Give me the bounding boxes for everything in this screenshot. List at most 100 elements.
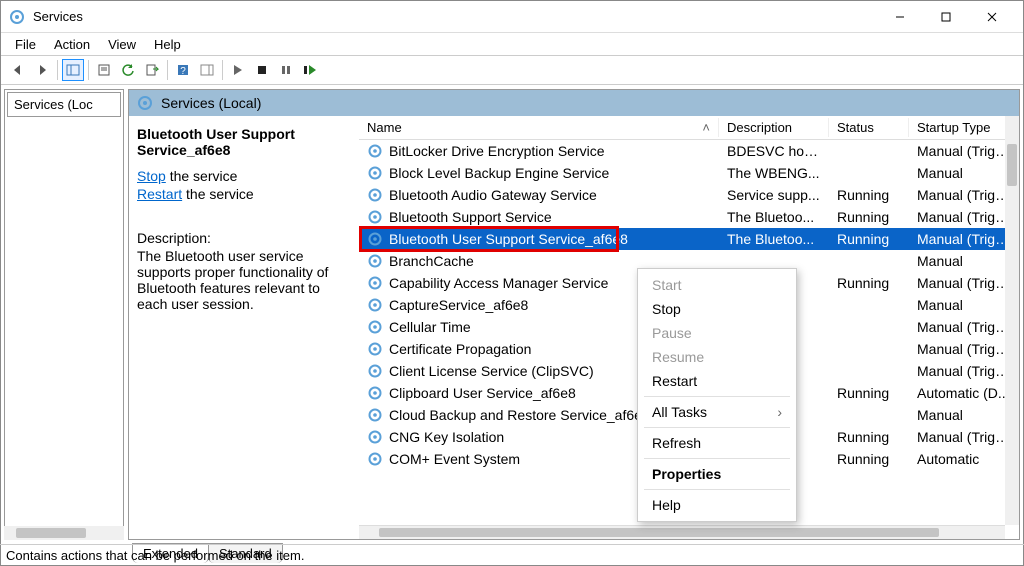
cell-startup: Manual (Trigg... bbox=[909, 231, 1019, 247]
services-app-icon bbox=[9, 9, 25, 25]
show-hide-tree-button[interactable] bbox=[62, 59, 84, 81]
export-button[interactable] bbox=[141, 59, 163, 81]
cell-name: Bluetooth Support Service bbox=[359, 209, 719, 225]
context-menu-pause: Pause bbox=[638, 321, 796, 345]
menu-action[interactable]: Action bbox=[46, 35, 98, 54]
stop-service-link[interactable]: Stop bbox=[137, 168, 166, 184]
cell-status: Running bbox=[829, 451, 909, 467]
vertical-scrollbar[interactable] bbox=[1005, 116, 1019, 525]
window-controls bbox=[877, 2, 1015, 32]
description-pane: Bluetooth User Support Service_af6e8 Sto… bbox=[129, 116, 359, 539]
context-menu-stop[interactable]: Stop bbox=[638, 297, 796, 321]
minimize-button[interactable] bbox=[877, 2, 923, 32]
column-name[interactable]: Name˄ bbox=[359, 118, 719, 137]
tree-h-thumb[interactable] bbox=[16, 528, 86, 538]
cell-name: Bluetooth User Support Service_af6e8 bbox=[359, 231, 719, 247]
help-button[interactable]: ? bbox=[172, 59, 194, 81]
cell-status: Running bbox=[829, 275, 909, 291]
tree-horizontal-scrollbar[interactable] bbox=[4, 526, 124, 540]
cell-startup: Manual bbox=[909, 165, 1019, 181]
forward-button[interactable] bbox=[31, 59, 53, 81]
context-menu-help[interactable]: Help bbox=[638, 493, 796, 517]
cell-name: BitLocker Drive Encryption Service bbox=[359, 143, 719, 159]
column-status[interactable]: Status bbox=[829, 118, 909, 137]
cell-startup: Automatic (D... bbox=[909, 385, 1019, 401]
cell-description: BDESVC hos... bbox=[719, 143, 829, 159]
menu-file[interactable]: File bbox=[7, 35, 44, 54]
cell-name: Block Level Backup Engine Service bbox=[359, 165, 719, 181]
console-tree[interactable]: Services (Loc bbox=[4, 89, 124, 540]
context-menu-refresh[interactable]: Refresh bbox=[638, 431, 796, 455]
context-menu-restart[interactable]: Restart bbox=[638, 369, 796, 393]
selected-service-name: Bluetooth User Support Service_af6e8 bbox=[137, 126, 349, 158]
body-area: Services (Loc Services (Local) Bluetooth… bbox=[0, 85, 1024, 544]
start-service-button[interactable] bbox=[227, 59, 249, 81]
cell-startup: Manual (Trigg... bbox=[909, 363, 1019, 379]
stop-suffix: the service bbox=[166, 168, 238, 184]
context-menu-properties[interactable]: Properties bbox=[638, 462, 796, 486]
cell-status: Running bbox=[829, 231, 909, 247]
cell-startup: Manual bbox=[909, 407, 1019, 423]
cell-name: BranchCache bbox=[359, 253, 719, 269]
restart-suffix: the service bbox=[182, 186, 254, 202]
action-pane-button[interactable] bbox=[196, 59, 218, 81]
tree-node-services-local[interactable]: Services (Loc bbox=[7, 92, 121, 117]
cell-startup: Automatic bbox=[909, 451, 1019, 467]
menu-view[interactable]: View bbox=[100, 35, 144, 54]
details-header: Services (Local) bbox=[129, 90, 1019, 116]
cell-status: Running bbox=[829, 429, 909, 445]
cell-startup: Manual bbox=[909, 253, 1019, 269]
cell-description: The WBENG... bbox=[719, 165, 829, 181]
cell-name: Bluetooth Audio Gateway Service bbox=[359, 187, 719, 203]
service-row[interactable]: BitLocker Drive Encryption ServiceBDESVC… bbox=[359, 140, 1019, 162]
gear-icon bbox=[137, 95, 153, 111]
close-button[interactable] bbox=[969, 2, 1015, 32]
column-startup[interactable]: Startup Type bbox=[909, 118, 1019, 137]
cell-startup: Manual bbox=[909, 297, 1019, 313]
service-row[interactable]: Bluetooth User Support Service_af6e8The … bbox=[359, 228, 1019, 250]
column-description[interactable]: Description bbox=[719, 118, 829, 137]
menu-help[interactable]: Help bbox=[146, 35, 189, 54]
cell-startup: Manual (Trigg... bbox=[909, 275, 1019, 291]
pause-service-button[interactable] bbox=[275, 59, 297, 81]
menubar: File Action View Help bbox=[1, 33, 1023, 55]
stop-service-button[interactable] bbox=[251, 59, 273, 81]
cell-description: The Bluetoo... bbox=[719, 209, 829, 225]
cell-status: Running bbox=[829, 385, 909, 401]
context-menu-start: Start bbox=[638, 273, 796, 297]
cell-startup: Manual (Trigg... bbox=[909, 187, 1019, 203]
service-row[interactable]: Bluetooth Audio Gateway ServiceService s… bbox=[359, 184, 1019, 206]
service-row[interactable]: Bluetooth Support ServiceThe Bluetoo...R… bbox=[359, 206, 1019, 228]
cell-startup: Manual (Trigg... bbox=[909, 143, 1019, 159]
description-title: Description: bbox=[137, 230, 349, 246]
svg-text:?: ? bbox=[180, 66, 186, 77]
list-header[interactable]: Name˄ Description Status Startup Type bbox=[359, 116, 1019, 140]
vertical-thumb[interactable] bbox=[1007, 144, 1017, 186]
horizontal-scrollbar[interactable] bbox=[359, 525, 1005, 539]
cell-startup: Manual (Trigg... bbox=[909, 341, 1019, 357]
horizontal-thumb[interactable] bbox=[379, 528, 939, 537]
cell-startup: Manual (Trigg... bbox=[909, 319, 1019, 335]
details-area: Services (Local) Bluetooth User Support … bbox=[128, 89, 1020, 540]
cell-startup: Manual (Trigg... bbox=[909, 209, 1019, 225]
cell-status: Running bbox=[829, 187, 909, 203]
back-button[interactable] bbox=[7, 59, 29, 81]
maximize-button[interactable] bbox=[923, 2, 969, 32]
toolbar: ? bbox=[1, 55, 1023, 85]
context-menu: StartStopPauseResumeRestart All Tasks› Ref… bbox=[637, 268, 797, 522]
cell-status: Running bbox=[829, 209, 909, 225]
services-list: Name˄ Description Status Startup Type Bi… bbox=[359, 116, 1019, 539]
description-body: The Bluetooth user service supports prop… bbox=[137, 248, 349, 312]
cell-description: Service supp... bbox=[719, 187, 829, 203]
context-menu-all-tasks[interactable]: All Tasks› bbox=[638, 400, 796, 424]
cell-description: The Bluetoo... bbox=[719, 231, 829, 247]
refresh-button[interactable] bbox=[117, 59, 139, 81]
service-row[interactable]: Block Level Backup Engine ServiceThe WBE… bbox=[359, 162, 1019, 184]
status-text: Contains actions that can be performed o… bbox=[6, 548, 304, 563]
statusbar: Contains actions that can be performed o… bbox=[0, 544, 1024, 566]
restart-service-button[interactable] bbox=[299, 59, 321, 81]
context-menu-resume: Resume bbox=[638, 345, 796, 369]
properties-button[interactable] bbox=[93, 59, 115, 81]
titlebar: Services bbox=[1, 1, 1023, 33]
restart-service-link[interactable]: Restart bbox=[137, 186, 182, 202]
